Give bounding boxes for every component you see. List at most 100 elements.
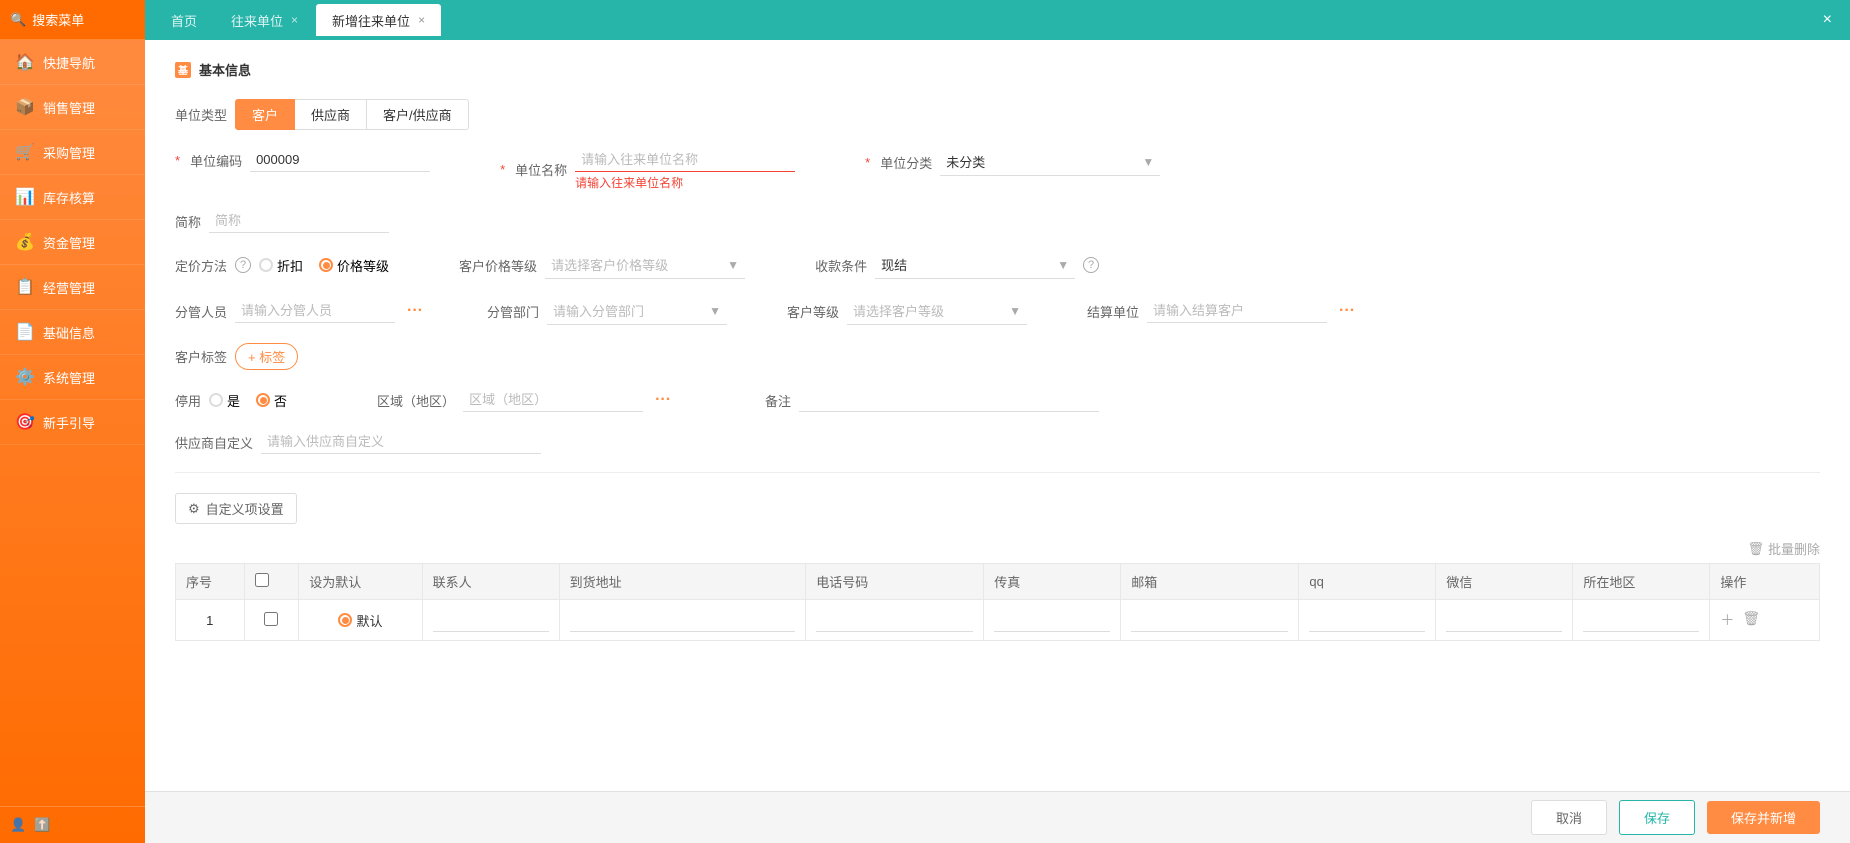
- radio-price-level-dot: [323, 262, 330, 269]
- tab-partner-close[interactable]: ×: [291, 14, 298, 26]
- manager-input[interactable]: [235, 299, 395, 323]
- batch-delete-label[interactable]: 批量删除: [1768, 539, 1820, 558]
- sidebar-search-label: 搜索菜单: [32, 10, 84, 29]
- row-address-input[interactable]: [570, 608, 796, 632]
- payment-terms-select[interactable]: 现结 ▼: [875, 251, 1075, 279]
- supplier-custom-input[interactable]: [261, 430, 541, 454]
- unit-name-error-msg: 请输入往来单位名称: [575, 174, 795, 191]
- sidebar-search[interactable]: 🔍 搜索菜单: [0, 0, 145, 40]
- save-and-new-button[interactable]: 保存并新增: [1707, 801, 1820, 834]
- pricing-help-icon[interactable]: ?: [235, 257, 251, 273]
- save-button[interactable]: 保存: [1619, 800, 1695, 835]
- custom-settings-button[interactable]: ⚙ 自定义项设置: [175, 493, 297, 524]
- radio-discount[interactable]: 折扣: [259, 256, 303, 275]
- sidebar-item-inventory[interactable]: 📊 库存核算: [0, 175, 145, 220]
- row-select-checkbox[interactable]: [264, 612, 278, 626]
- version-icon: ⬆️: [34, 817, 50, 833]
- sidebar-item-label: 基础信息: [43, 323, 95, 342]
- short-name-row: 简称: [175, 209, 1820, 233]
- customer-price-placeholder: 请选择客户价格等级: [551, 255, 668, 274]
- customer-level-label: 客户等级: [787, 302, 839, 321]
- unit-code-field: * 单位编码: [175, 148, 430, 172]
- window-close-button[interactable]: ×: [1815, 7, 1840, 33]
- sidebar-bottom: 👤 ⬆️: [0, 806, 145, 843]
- row-email[interactable]: [1121, 600, 1299, 641]
- row-wechat-input[interactable]: [1446, 608, 1562, 632]
- unit-btn-both[interactable]: 客户/供应商: [367, 99, 469, 130]
- row-add-icon[interactable]: ＋: [1720, 610, 1734, 630]
- unit-btn-customer[interactable]: 客户: [235, 99, 295, 130]
- row-contact-input[interactable]: [433, 608, 549, 632]
- row-phone-input[interactable]: [816, 608, 973, 632]
- row-action: ＋ 🗑: [1710, 600, 1820, 641]
- row-checkbox: [244, 600, 299, 641]
- supplier-custom-field: 供应商自定义: [175, 430, 541, 454]
- unit-code-input[interactable]: [250, 148, 430, 172]
- th-qq: qq: [1299, 564, 1436, 600]
- row-address[interactable]: [559, 600, 806, 641]
- unit-name-input[interactable]: [575, 148, 795, 172]
- sidebar-item-sales[interactable]: 📦 销售管理: [0, 85, 145, 130]
- sidebar-item-label: 采购管理: [43, 143, 95, 162]
- operations-icon: 📋: [15, 277, 35, 297]
- row-contact[interactable]: [422, 600, 559, 641]
- region-more-btn[interactable]: ···: [651, 391, 675, 409]
- radio-discount-circle: [259, 258, 273, 272]
- sidebar-item-quick-nav[interactable]: 🏠 快捷导航: [0, 40, 145, 85]
- region-field: 区域（地区） ···: [377, 388, 675, 412]
- row-default-radio[interactable]: 默认: [309, 611, 411, 630]
- unit-btn-supplier[interactable]: 供应商: [295, 99, 367, 130]
- sidebar-item-finance[interactable]: 💰 资金管理: [0, 220, 145, 265]
- add-tag-button[interactable]: + 标签: [235, 343, 298, 370]
- row-region-input[interactable]: [1583, 608, 1699, 632]
- form-content: 基 基本信息 单位类型 客户 供应商 客户/供应商 * 单位编码 *: [145, 40, 1850, 791]
- table-select-all[interactable]: [255, 573, 269, 587]
- sidebar-item-system[interactable]: ⚙️ 系统管理: [0, 355, 145, 400]
- region-input[interactable]: [463, 388, 643, 412]
- row-delete-icon[interactable]: 🗑: [1742, 610, 1760, 630]
- unit-category-select[interactable]: 未分类 ▼: [940, 148, 1160, 176]
- sidebar-item-basic-info[interactable]: 📄 基础信息: [0, 310, 145, 355]
- row-wechat[interactable]: [1436, 600, 1573, 641]
- customer-level-select[interactable]: 请选择客户等级 ▼: [847, 297, 1027, 325]
- unit-type-row: 单位类型 客户 供应商 客户/供应商: [175, 99, 1820, 130]
- tab-new-partner[interactable]: 新增往来单位 ×: [316, 4, 441, 36]
- row-qq-input[interactable]: [1309, 608, 1425, 632]
- row-fax[interactable]: [984, 600, 1121, 641]
- radio-price-level[interactable]: 价格等级: [319, 256, 389, 275]
- short-name-input[interactable]: [209, 209, 389, 233]
- th-fax: 传真: [984, 564, 1121, 600]
- unit-category-required: *: [865, 155, 870, 170]
- table-row: 1 默认: [176, 600, 1820, 641]
- guide-icon: 🎯: [15, 412, 35, 432]
- row-region[interactable]: [1573, 600, 1710, 641]
- settlement-input[interactable]: [1147, 299, 1327, 323]
- radio-disabled-no[interactable]: 否: [256, 391, 287, 410]
- sidebar-item-purchase[interactable]: 🛒 采购管理: [0, 130, 145, 175]
- row-qq[interactable]: [1299, 600, 1436, 641]
- dept-select[interactable]: 请输入分管部门 ▼: [547, 297, 727, 325]
- row-fax-input[interactable]: [994, 608, 1110, 632]
- manager-more-btn[interactable]: ···: [403, 302, 427, 320]
- payment-help-icon[interactable]: ?: [1083, 257, 1099, 273]
- tab-home[interactable]: 首页: [155, 4, 213, 36]
- row-email-input[interactable]: [1131, 608, 1288, 632]
- settlement-more-btn[interactable]: ···: [1335, 302, 1359, 320]
- th-checkbox: [244, 564, 299, 600]
- sidebar-item-operations[interactable]: 📋 经营管理: [0, 265, 145, 310]
- row-action-icons: ＋ 🗑: [1720, 610, 1809, 630]
- table-header-row: 序号 设为默认 联系人 到货地址 电话号码 传真 邮箱 qq 微信 所在地区 操…: [176, 564, 1820, 600]
- row-default: 默认: [299, 600, 422, 641]
- remark-input[interactable]: [799, 388, 1099, 412]
- radio-disabled-no-dot: [260, 397, 267, 404]
- sidebar-item-guide[interactable]: 🎯 新手引导: [0, 400, 145, 445]
- row-phone[interactable]: [806, 600, 984, 641]
- unit-category-field: * 单位分类 未分类 ▼: [865, 148, 1160, 176]
- unit-name-label: 单位名称: [515, 160, 567, 179]
- radio-disabled-yes[interactable]: 是: [209, 391, 240, 410]
- cancel-button[interactable]: 取消: [1531, 800, 1607, 835]
- tab-new-partner-close[interactable]: ×: [418, 14, 425, 26]
- row-default-label: 默认: [356, 611, 382, 630]
- customer-price-select[interactable]: 请选择客户价格等级 ▼: [545, 251, 745, 279]
- tab-partner[interactable]: 往来单位 ×: [215, 4, 314, 36]
